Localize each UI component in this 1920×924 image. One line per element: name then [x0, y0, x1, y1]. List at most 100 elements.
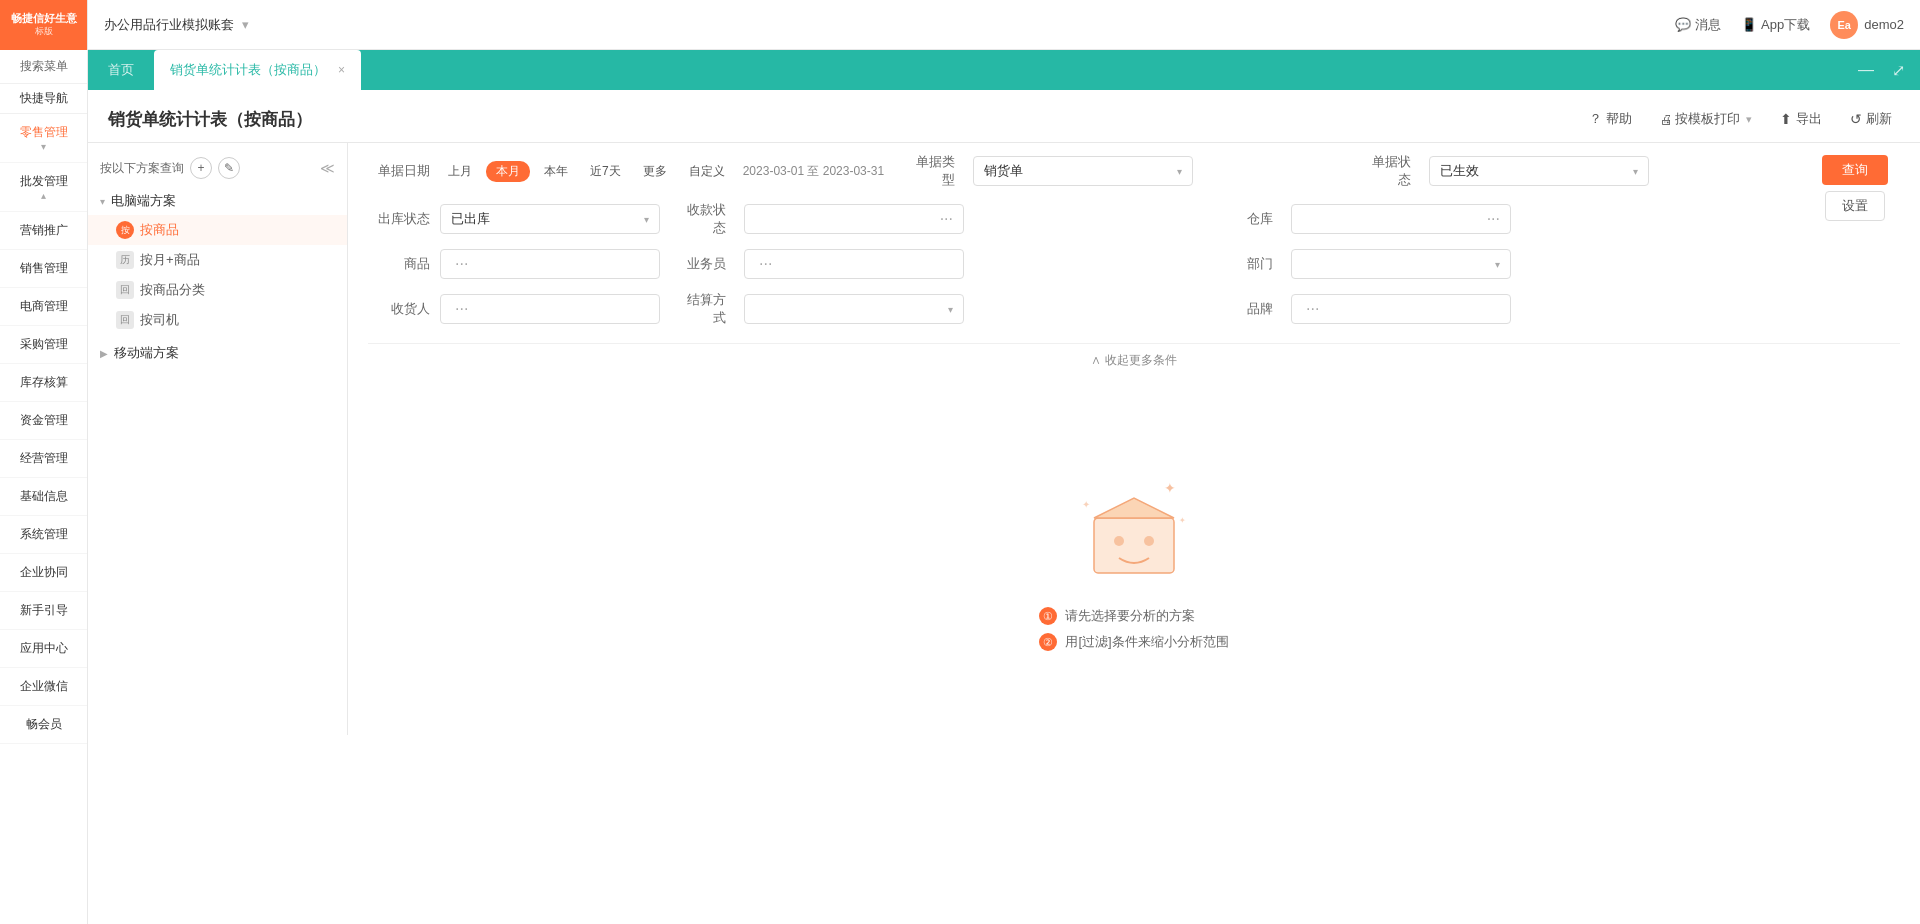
tab-active[interactable]: 销货单统计计表（按商品） ×: [154, 50, 361, 90]
date-btn-last-month[interactable]: 上月: [440, 160, 480, 183]
date-btn-custom[interactable]: 自定义: [681, 160, 733, 183]
sidebar-item-guide[interactable]: 新手引导: [0, 592, 87, 630]
tab-maximize-btn[interactable]: ⤢: [1884, 56, 1912, 84]
filter-row-3: 商品 ··· 业务员 ···: [368, 249, 1810, 279]
step-num-2: ②: [1039, 633, 1057, 651]
out-status-select[interactable]: 已出库 ▾: [440, 204, 660, 234]
sidebar-item-apps[interactable]: 应用中心: [0, 630, 87, 668]
step-num-1: ①: [1039, 607, 1057, 625]
doc-type-caret: ▾: [1177, 166, 1182, 177]
pay-status-select[interactable]: ···: [744, 204, 964, 234]
sidebar-logo[interactable]: 畅捷信好生意 标版: [0, 0, 87, 50]
sidebar-item-system[interactable]: 系统管理: [0, 516, 87, 554]
tab-active-label: 销货单统计计表（按商品）: [170, 61, 326, 79]
sidebar-item-purchase[interactable]: 采购管理: [0, 326, 87, 364]
empty-steps: ① 请先选择要分析的方案 ② 用[过滤]条件来缩小分析范围: [1039, 603, 1228, 655]
sidebar-item-label-finance: 资金管理: [20, 412, 68, 429]
add-scheme-btn[interactable]: +: [190, 157, 212, 179]
warehouse-dots[interactable]: ···: [1487, 210, 1500, 228]
brand-group: 品牌 ···: [1247, 294, 1810, 324]
sidebar-item-label-apps: 应用中心: [20, 640, 68, 657]
payment-group: 结算方式 ▾: [676, 291, 1239, 327]
scheme-group-mobile-header[interactable]: ▶ 移动端方案: [88, 339, 347, 367]
industry-label: 办公用品行业模拟账套: [104, 16, 234, 34]
query-button[interactable]: 查询: [1822, 155, 1888, 185]
receiver-input[interactable]: ···: [440, 294, 660, 324]
sidebar-item-basic[interactable]: 基础信息: [0, 478, 87, 516]
payment-select[interactable]: ▾: [744, 294, 964, 324]
edit-scheme-btn[interactable]: ✎: [218, 157, 240, 179]
print-dropdown-arrow[interactable]: ▾: [1746, 113, 1752, 126]
scheme-item-by-month-product[interactable]: 历 按月+商品: [88, 245, 347, 275]
empty-step-1: ① 请先选择要分析的方案: [1039, 603, 1228, 629]
sidebar-item-wechat[interactable]: 企业微信: [0, 668, 87, 706]
tab-home-label: 首页: [108, 61, 134, 79]
product-input[interactable]: ···: [440, 249, 660, 279]
date-btn-more[interactable]: 更多: [635, 160, 675, 183]
scheme-item-by-dept[interactable]: 回 按司机: [88, 305, 347, 335]
filter-row-1: 单据日期 上月 本月 本年 近7天 更多 自定义 2023-03-01 至 20…: [368, 153, 1810, 339]
sidebar-item-sales[interactable]: 销售管理: [0, 250, 87, 288]
warehouse-select[interactable]: ···: [1291, 204, 1511, 234]
sidebar-item-retail[interactable]: 零售管理 ▾: [0, 114, 87, 163]
sidebar-item-marketing[interactable]: 营销推广: [0, 212, 87, 250]
add-icon: +: [197, 161, 204, 175]
empty-step-2: ② 用[过滤]条件来缩小分析范围: [1039, 629, 1228, 655]
tab-minimize-btn[interactable]: —: [1852, 56, 1880, 84]
filter-panel-wrapper: 单据日期 上月 本月 本年 近7天 更多 自定义 2023-03-01 至 20…: [348, 143, 1920, 735]
svg-point-2: [1114, 536, 1124, 546]
sidebar-nav-quick[interactable]: 快捷导航: [0, 84, 87, 114]
salesman-input[interactable]: ···: [744, 249, 964, 279]
tab-home[interactable]: 首页: [88, 50, 154, 90]
message-btn[interactable]: 💬 消息: [1675, 16, 1721, 34]
scheme-item-by-product[interactable]: 按 按商品: [88, 215, 347, 245]
sidebar-item-ecom[interactable]: 电商管理: [0, 288, 87, 326]
export-btn[interactable]: ⬆ 导出: [1772, 106, 1830, 132]
sidebar-item-ops[interactable]: 经营管理: [0, 440, 87, 478]
collapse-label: ∧ 收起更多条件: [1091, 352, 1176, 369]
date-btn-this-month[interactable]: 本月: [486, 161, 530, 182]
collapse-panel-btn[interactable]: ≪: [320, 160, 335, 176]
scheme-item-by-dept-label: 按司机: [140, 311, 179, 329]
scheme-item-by-category[interactable]: 回 按商品分类: [88, 275, 347, 305]
sidebar-item-label-corp: 企业协同: [20, 564, 68, 581]
user-area[interactable]: Ea demo2: [1830, 11, 1904, 39]
help-btn[interactable]: ？ 帮助: [1581, 106, 1640, 132]
sidebar-item-wholesale[interactable]: 批发管理 ▴: [0, 163, 87, 212]
tab-close-icon[interactable]: ×: [338, 63, 345, 77]
filter-area: 按以下方案查询 + ✎ ≪ ▾ 电脑端方案: [88, 143, 1920, 735]
sidebar-item-finance[interactable]: 资金管理: [0, 402, 87, 440]
print-btn[interactable]: 🖨 按模板打印 ▾: [1652, 106, 1760, 132]
doc-type-select[interactable]: 销货单 ▾: [973, 156, 1193, 186]
settings-button[interactable]: 设置: [1825, 191, 1885, 221]
app-download-btn[interactable]: 📱 App下载: [1741, 16, 1810, 34]
dropdown-arrow-industry[interactable]: ▾: [242, 17, 249, 32]
date-btn-7days[interactable]: 近7天: [582, 160, 629, 183]
filter-row-date: 单据日期 上月 本月 本年 近7天 更多 自定义 2023-03-01 至 20…: [368, 153, 1810, 189]
pay-status-dots[interactable]: ···: [940, 210, 953, 228]
product-dots[interactable]: ···: [455, 255, 468, 273]
salesman-dots[interactable]: ···: [759, 255, 772, 273]
scheme-group-pc-header[interactable]: ▾ 电脑端方案: [88, 187, 347, 215]
brand-dots[interactable]: ···: [1306, 300, 1319, 318]
sidebar-item-member[interactable]: 畅会员: [0, 706, 87, 744]
dept-select[interactable]: ▾: [1291, 249, 1511, 279]
sidebar-search[interactable]: 搜索菜单: [0, 50, 87, 84]
empty-step-1-text: 请先选择要分析的方案: [1065, 603, 1195, 629]
pay-status-group: 收款状态 ···: [676, 201, 1239, 237]
refresh-label: 刷新: [1866, 110, 1892, 128]
export-icon: ⬆: [1780, 111, 1792, 127]
scheme-icon-category: 回: [116, 281, 134, 299]
page-header: 销货单统计计表（按商品） ？ 帮助 🖨 按模板打印 ▾ ⬆ 导出: [88, 90, 1920, 143]
brand-input[interactable]: ···: [1291, 294, 1511, 324]
refresh-btn[interactable]: ↺ 刷新: [1842, 106, 1900, 132]
sidebar-item-corp[interactable]: 企业协同: [0, 554, 87, 592]
out-status-label: 出库状态: [368, 210, 440, 228]
receiver-dots[interactable]: ···: [455, 300, 468, 318]
sidebar-item-inventory[interactable]: 库存核算: [0, 364, 87, 402]
date-btn-this-year[interactable]: 本年: [536, 160, 576, 183]
filter-row-4: 收货人 ··· 结算方式: [368, 291, 1810, 327]
triangle-mobile-icon: ▶: [100, 348, 108, 359]
collapse-conditions-bar[interactable]: ∧ 收起更多条件: [368, 343, 1900, 373]
doc-status-select[interactable]: 已生效 ▾: [1429, 156, 1649, 186]
